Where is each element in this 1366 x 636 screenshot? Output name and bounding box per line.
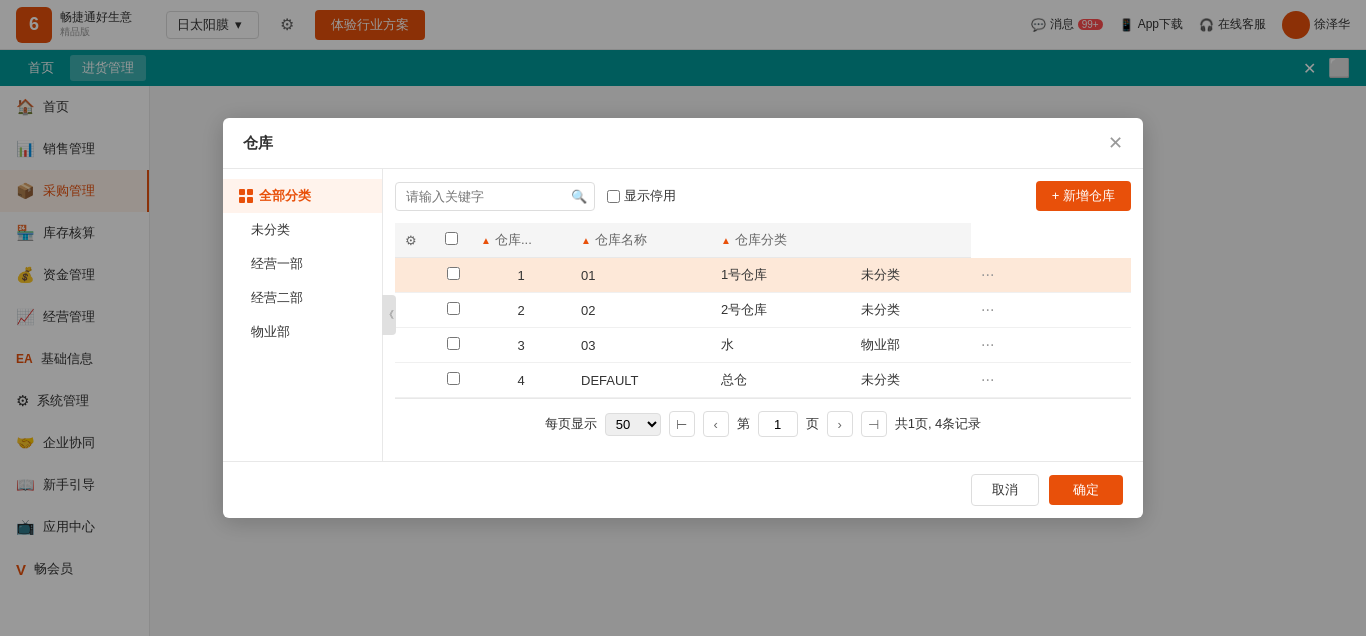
page-label2: 页 — [806, 415, 819, 433]
table-panel: 🔍 显示停用 + 新增仓库 ⚙ — [383, 169, 1143, 461]
modal-close-btn[interactable]: ✕ — [1108, 132, 1123, 154]
last-page-btn[interactable]: ⊣ — [861, 411, 887, 437]
th-code-label: 仓库... — [495, 231, 532, 249]
page-summary: 共1页, 4条记录 — [895, 415, 982, 433]
row-more-btn[interactable]: ··· — [981, 301, 994, 318]
row-name-cell: 总仓 — [711, 363, 851, 398]
category-dept2[interactable]: 经营二部 — [223, 281, 382, 315]
row-more-btn[interactable]: ··· — [981, 336, 994, 353]
row-checkbox[interactable] — [447, 302, 460, 315]
th-category-label: 仓库分类 — [735, 231, 787, 249]
th-settings: ⚙ — [395, 223, 435, 258]
search-input[interactable] — [395, 182, 595, 211]
page-number-input[interactable] — [758, 411, 798, 437]
table-scroll-area: ⚙ ▲ 仓库... — [395, 223, 1131, 398]
page-size-select[interactable]: 50 10 20 100 — [605, 413, 661, 436]
collapse-panel-btn[interactable]: 《 — [382, 295, 396, 335]
first-page-btn[interactable]: ⊢ — [669, 411, 695, 437]
row-checkbox-cell — [435, 293, 471, 328]
table-toolbar: 🔍 显示停用 + 新增仓库 — [395, 181, 1131, 211]
table-row: 4 DEFAULT 总仓 未分类 ··· — [395, 363, 1131, 398]
modal-overlay: 仓库 ✕ 全部分类 未分类 经营一部 经营二部 物业部 《 — [0, 0, 1366, 636]
confirm-btn[interactable]: 确定 — [1049, 475, 1123, 505]
row-checkbox[interactable] — [447, 372, 460, 385]
row-seq-cell: 1 — [471, 258, 571, 293]
pagination: 每页显示 50 10 20 100 ⊢ ‹ 第 页 › ⊣ 共1页, 4条记录 — [395, 398, 1131, 449]
modal-header: 仓库 ✕ — [223, 118, 1143, 169]
cancel-btn[interactable]: 取消 — [971, 474, 1039, 506]
th-actions — [851, 223, 971, 258]
row-checkbox[interactable] — [447, 267, 460, 280]
row-code-cell: DEFAULT — [571, 363, 711, 398]
th-name: ▲ 仓库名称 — [571, 223, 711, 258]
sort-icon-name: ▲ — [581, 235, 591, 246]
row-seq-cell: 2 — [471, 293, 571, 328]
table-row: 1 01 1号仓库 未分类 ··· — [395, 258, 1131, 293]
row-checkbox-cell — [435, 258, 471, 293]
row-checkbox-cell — [435, 328, 471, 363]
show-disabled-checkbox[interactable] — [607, 190, 620, 203]
grid-icon — [239, 189, 253, 203]
warehouse-table: ⚙ ▲ 仓库... — [395, 223, 1131, 398]
row-checkbox-cell — [435, 363, 471, 398]
row-name-cell: 水 — [711, 328, 851, 363]
show-disabled-text: 显示停用 — [624, 187, 676, 205]
show-disabled-toggle[interactable]: 显示停用 — [607, 187, 676, 205]
row-actions-cell: ··· — [971, 293, 1131, 328]
category-property[interactable]: 物业部 — [223, 315, 382, 349]
table-row: 3 03 水 物业部 ··· — [395, 328, 1131, 363]
category-all-btn[interactable]: 全部分类 — [223, 179, 382, 213]
category-dept1[interactable]: 经营一部 — [223, 247, 382, 281]
row-actions-cell: ··· — [971, 328, 1131, 363]
search-wrap: 🔍 — [395, 182, 595, 211]
table-header: ⚙ ▲ 仓库... — [395, 223, 1131, 258]
page-label: 第 — [737, 415, 750, 433]
row-seq-cell: 3 — [471, 328, 571, 363]
table-row: 2 02 2号仓库 未分类 ··· — [395, 293, 1131, 328]
row-more-btn[interactable]: ··· — [981, 371, 994, 388]
th-name-label: 仓库名称 — [595, 231, 647, 249]
row-actions-cell: ··· — [971, 258, 1131, 293]
prev-page-btn[interactable]: ‹ — [703, 411, 729, 437]
sort-icon-code: ▲ — [481, 235, 491, 246]
search-icon-btn[interactable]: 🔍 — [571, 189, 587, 204]
row-settings-cell — [395, 258, 435, 293]
row-settings-cell — [395, 328, 435, 363]
per-page-label: 每页显示 — [545, 415, 597, 433]
warehouse-modal: 仓库 ✕ 全部分类 未分类 经营一部 经营二部 物业部 《 — [223, 118, 1143, 518]
settings-col-icon: ⚙ — [405, 233, 417, 248]
row-category-cell: 未分类 — [851, 363, 971, 398]
row-code-cell: 01 — [571, 258, 711, 293]
sort-icon-cat: ▲ — [721, 235, 731, 246]
th-code: ▲ 仓库... — [471, 223, 571, 258]
row-settings-cell — [395, 363, 435, 398]
row-category-cell: 未分类 — [851, 293, 971, 328]
th-category: ▲ 仓库分类 — [711, 223, 851, 258]
row-name-cell: 2号仓库 — [711, 293, 851, 328]
row-actions-cell: ··· — [971, 363, 1131, 398]
row-category-cell: 物业部 — [851, 328, 971, 363]
category-all-label: 全部分类 — [259, 187, 311, 205]
table-body: 1 01 1号仓库 未分类 ··· 2 02 2号仓库 未分类 ··· 3 03… — [395, 258, 1131, 398]
row-more-btn[interactable]: ··· — [981, 266, 994, 283]
select-all-checkbox[interactable] — [445, 232, 458, 245]
category-panel: 全部分类 未分类 经营一部 经营二部 物业部 《 — [223, 169, 383, 461]
modal-footer: 取消 确定 — [223, 461, 1143, 518]
row-code-cell: 02 — [571, 293, 711, 328]
row-category-cell: 未分类 — [851, 258, 971, 293]
next-page-btn[interactable]: › — [827, 411, 853, 437]
modal-body: 全部分类 未分类 经营一部 经营二部 物业部 《 🔍 — [223, 169, 1143, 461]
row-code-cell: 03 — [571, 328, 711, 363]
row-settings-cell — [395, 293, 435, 328]
modal-title: 仓库 — [243, 134, 273, 153]
row-checkbox[interactable] — [447, 337, 460, 350]
th-checkbox — [435, 223, 471, 258]
row-name-cell: 1号仓库 — [711, 258, 851, 293]
category-unclassified[interactable]: 未分类 — [223, 213, 382, 247]
row-seq-cell: 4 — [471, 363, 571, 398]
add-warehouse-btn[interactable]: + 新增仓库 — [1036, 181, 1131, 211]
